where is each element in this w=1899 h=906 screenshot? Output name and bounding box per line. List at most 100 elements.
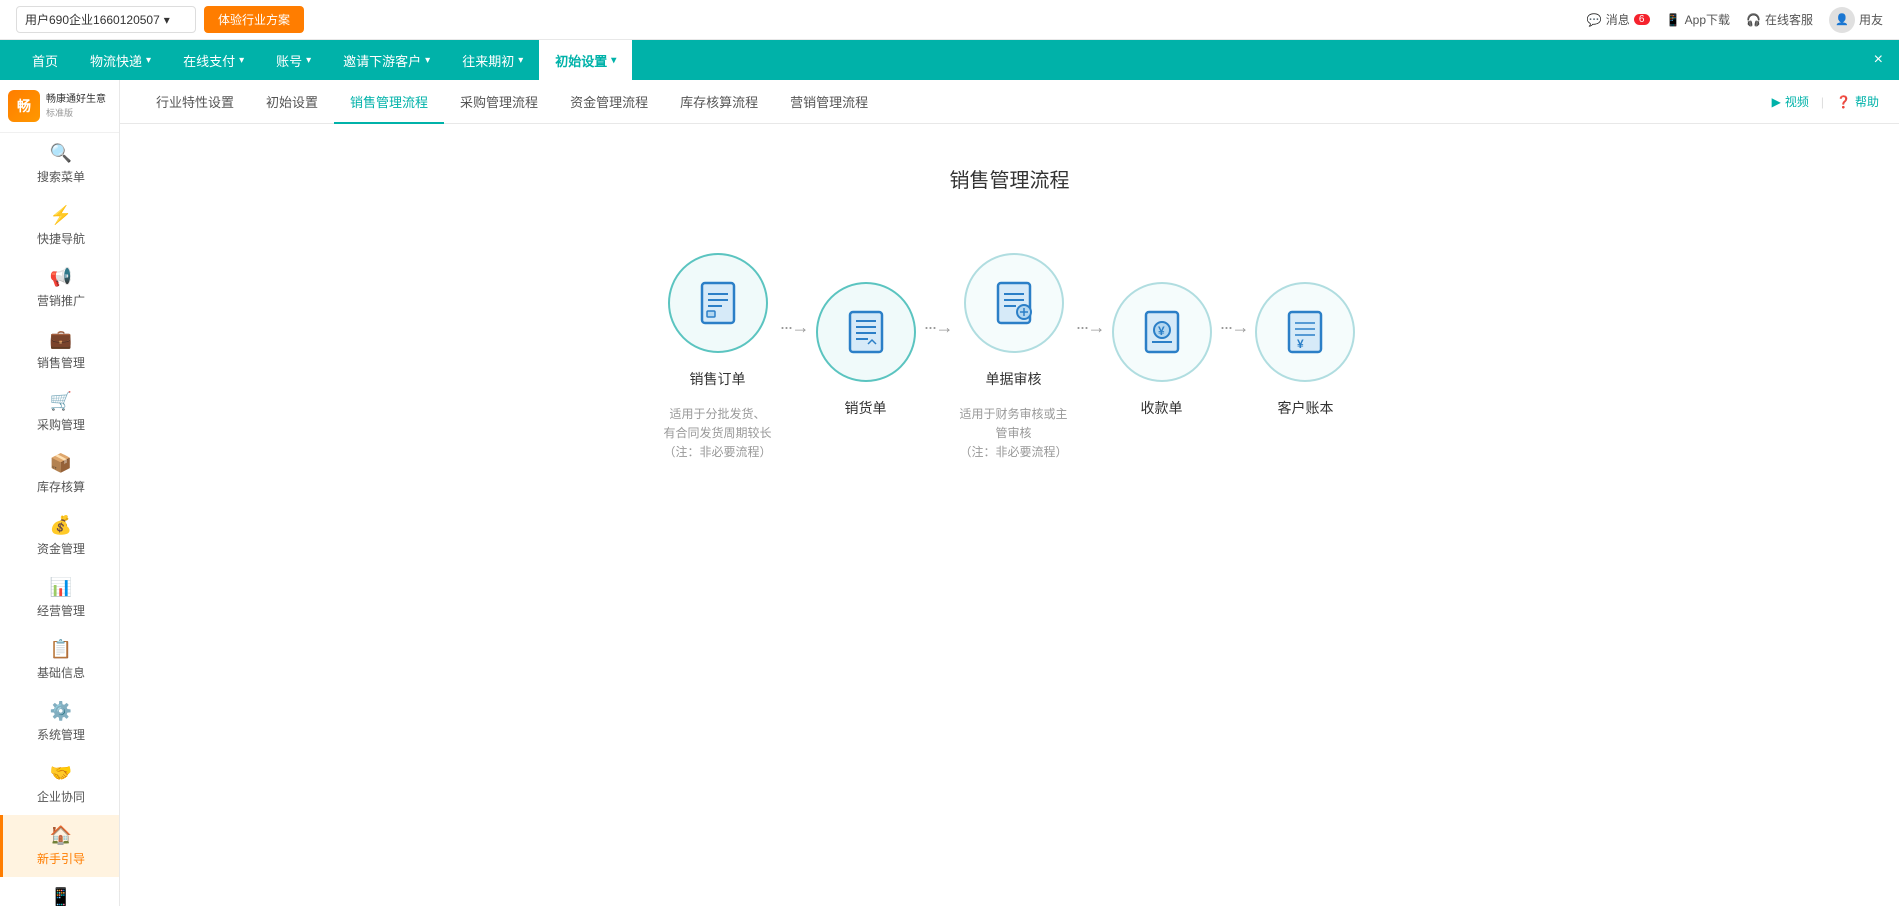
- sidebar: 畅 畅康通好生意 标准版 🔍 搜索菜单 ⚡ 快捷导航 📢 营销推广 💼 销售管理…: [0, 80, 120, 906]
- sub-tabs-left: 行业特性设置 初始设置 销售管理流程 采购管理流程 资金管理流程 库存核算流程: [140, 80, 884, 123]
- user-avatar-item[interactable]: 👤 用友: [1829, 7, 1883, 33]
- step-circle-customer-ledger: ¥: [1255, 282, 1355, 382]
- step-label: 收款单: [1141, 398, 1183, 418]
- user-label: 用户690企业1660120507: [25, 11, 160, 28]
- top-bar: 用户690企业1660120507 ▾ 体验行业方案 💬 消息 6 📱 App下…: [0, 0, 1899, 40]
- gear-icon: ⚙️: [50, 701, 72, 722]
- box-icon: 📦: [50, 453, 72, 474]
- headset-icon: 🎧: [1746, 13, 1761, 27]
- step-desc: 适用于财务审核或主管审核（注：非必要流程）: [960, 405, 1068, 463]
- nav-payment[interactable]: 在线支付 ▾: [167, 40, 260, 80]
- chevron-icon: ▾: [239, 55, 244, 66]
- subtab-industry[interactable]: 行业特性设置: [140, 80, 250, 124]
- step-circle-receipt: ¥: [1112, 282, 1212, 382]
- step-label: 销售订单: [690, 369, 746, 389]
- flow-container: 销售订单 适用于分批发货、有合同发货周期较长（注：非必要流程） ···→: [180, 253, 1839, 463]
- chevron-icon: ▾: [146, 55, 151, 66]
- chevron-icon: ▾: [518, 55, 523, 66]
- service-label: 在线客服: [1765, 11, 1813, 28]
- sidebar-item-appscenter[interactable]: 📱 应用中心: [0, 877, 119, 906]
- sidebar-item-label: 搜索菜单: [37, 168, 85, 185]
- message-badge: 6: [1634, 14, 1650, 25]
- subtab-finance-flow[interactable]: 资金管理流程: [554, 80, 664, 124]
- nav-invite[interactable]: 邀请下游客户 ▾: [327, 40, 446, 80]
- sidebar-item-guide[interactable]: 🏠 新手引导: [0, 815, 119, 877]
- chevron-icon: ▾: [306, 55, 311, 66]
- message-icon: 💬: [1587, 13, 1602, 27]
- mobile-icon: 📱: [50, 887, 72, 906]
- sidebar-item-label: 企业协同: [37, 788, 85, 805]
- sidebar-item-label: 经营管理: [37, 602, 85, 619]
- step-label: 销货单: [845, 398, 887, 418]
- sidebar-item-purchase[interactable]: 🛒 采购管理: [0, 381, 119, 443]
- chart-icon: 📊: [50, 577, 72, 598]
- process-area: 销售管理流程 销售订单 适用于分批发货、有合同发货周期较长（: [120, 124, 1899, 503]
- sidebar-item-finance[interactable]: 💰 资金管理: [0, 505, 119, 567]
- message-item[interactable]: 💬 消息 6: [1587, 11, 1650, 28]
- money-icon: 💰: [50, 515, 72, 536]
- top-bar-right: 💬 消息 6 📱 App下载 🎧 在线客服 👤 用友: [1587, 7, 1883, 33]
- sidebar-item-quicknav[interactable]: ⚡ 快捷导航: [0, 195, 119, 257]
- nav-account[interactable]: 账号 ▾: [260, 40, 327, 80]
- sidebar-item-operations[interactable]: 📊 经营管理: [0, 567, 119, 629]
- help-button[interactable]: ❓ 帮助: [1836, 93, 1879, 110]
- nav-home[interactable]: 首页: [16, 40, 74, 80]
- nav-init-settings[interactable]: 初始设置 ▾: [539, 40, 632, 80]
- megaphone-icon: 📢: [50, 267, 72, 288]
- lightning-icon: ⚡: [50, 205, 72, 226]
- step-circle-review: [964, 253, 1064, 353]
- trial-button[interactable]: 体验行业方案: [204, 6, 304, 33]
- app-label: App下载: [1685, 11, 1730, 28]
- sidebar-item-label: 采购管理: [37, 416, 85, 433]
- subtab-init[interactable]: 初始设置: [250, 80, 334, 124]
- home-icon: 🏠: [50, 825, 72, 846]
- flow-arrow-3: ···→: [1076, 317, 1104, 338]
- flow-arrow-1: ···→: [780, 317, 808, 338]
- flow-step-sales-invoice[interactable]: 销货单: [816, 282, 916, 434]
- flow-step-receipt[interactable]: ¥ 收款单: [1112, 282, 1212, 434]
- sidebar-item-label: 基础信息: [37, 664, 85, 681]
- avatar: 👤: [1829, 7, 1855, 33]
- nav-logistics[interactable]: 物流快递 ▾: [74, 40, 167, 80]
- subtab-purchase-flow[interactable]: 采购管理流程: [444, 80, 554, 124]
- subtab-marketing-flow[interactable]: 营销管理流程: [774, 80, 884, 124]
- user-selector[interactable]: 用户690企业1660120507 ▾: [16, 6, 196, 33]
- main-nav: 首页 物流快递 ▾ 在线支付 ▾ 账号 ▾ 邀请下游客户 ▾ 往来期初 ▾ 初始…: [0, 40, 1899, 80]
- sub-tabs: 行业特性设置 初始设置 销售管理流程 采购管理流程 资金管理流程 库存核算流程: [120, 80, 1899, 124]
- svg-text:¥: ¥: [1158, 324, 1165, 338]
- step-desc: 适用于分批发货、有合同发货周期较长（注：非必要流程）: [664, 405, 772, 463]
- step-circle-sales-invoice: [816, 282, 916, 382]
- logo-tag: 标准版: [46, 106, 106, 119]
- sub-tabs-right: ▶ 视频 | ❓ 帮助: [1772, 93, 1879, 110]
- step-label: 客户账本: [1277, 398, 1333, 418]
- video-help-button[interactable]: ▶ 视频: [1772, 93, 1809, 110]
- sidebar-item-label: 营销推广: [37, 292, 85, 309]
- flow-step-sales-order[interactable]: 销售订单 适用于分批发货、有合同发货周期较长（注：非必要流程）: [664, 253, 772, 463]
- nav-close-button[interactable]: ×: [1858, 51, 1899, 69]
- sidebar-item-system[interactable]: ⚙️ 系统管理: [0, 691, 119, 753]
- sidebar-item-search[interactable]: 🔍 搜索菜单: [0, 133, 119, 195]
- service-item[interactable]: 🎧 在线客服: [1746, 11, 1813, 28]
- sidebar-item-inventory[interactable]: 📦 库存核算: [0, 443, 119, 505]
- cart-icon: 🛒: [50, 391, 72, 412]
- sidebar-item-sales[interactable]: 💼 销售管理: [0, 319, 119, 381]
- chevron-down-icon: ▾: [164, 13, 170, 27]
- flow-step-customer-ledger[interactable]: ¥ 客户账本: [1255, 282, 1355, 434]
- step-label: 单据审核: [986, 369, 1042, 389]
- sidebar-item-enterprise[interactable]: 🤝 企业协同: [0, 753, 119, 815]
- user-name: 用友: [1859, 11, 1883, 28]
- flow-arrow-2: ···→: [924, 317, 952, 338]
- subtab-sales-flow[interactable]: 销售管理流程: [334, 80, 444, 124]
- sidebar-item-basicinfo[interactable]: 📋 基础信息: [0, 629, 119, 691]
- flow-step-review[interactable]: 单据审核 适用于财务审核或主管审核（注：非必要流程）: [960, 253, 1068, 463]
- sidebar-item-label: 系统管理: [37, 726, 85, 743]
- subtab-inventory-flow[interactable]: 库存核算流程: [664, 80, 774, 124]
- sidebar-item-label: 资金管理: [37, 540, 85, 557]
- app-download-item[interactable]: 📱 App下载: [1666, 11, 1730, 28]
- nav-period[interactable]: 往来期初 ▾: [446, 40, 539, 80]
- search-icon: 🔍: [50, 143, 72, 164]
- sidebar-item-label: 库存核算: [37, 478, 85, 495]
- step-circle-sales-order: [668, 253, 768, 353]
- sidebar-item-label: 销售管理: [37, 354, 85, 371]
- sidebar-item-marketing[interactable]: 📢 营销推广: [0, 257, 119, 319]
